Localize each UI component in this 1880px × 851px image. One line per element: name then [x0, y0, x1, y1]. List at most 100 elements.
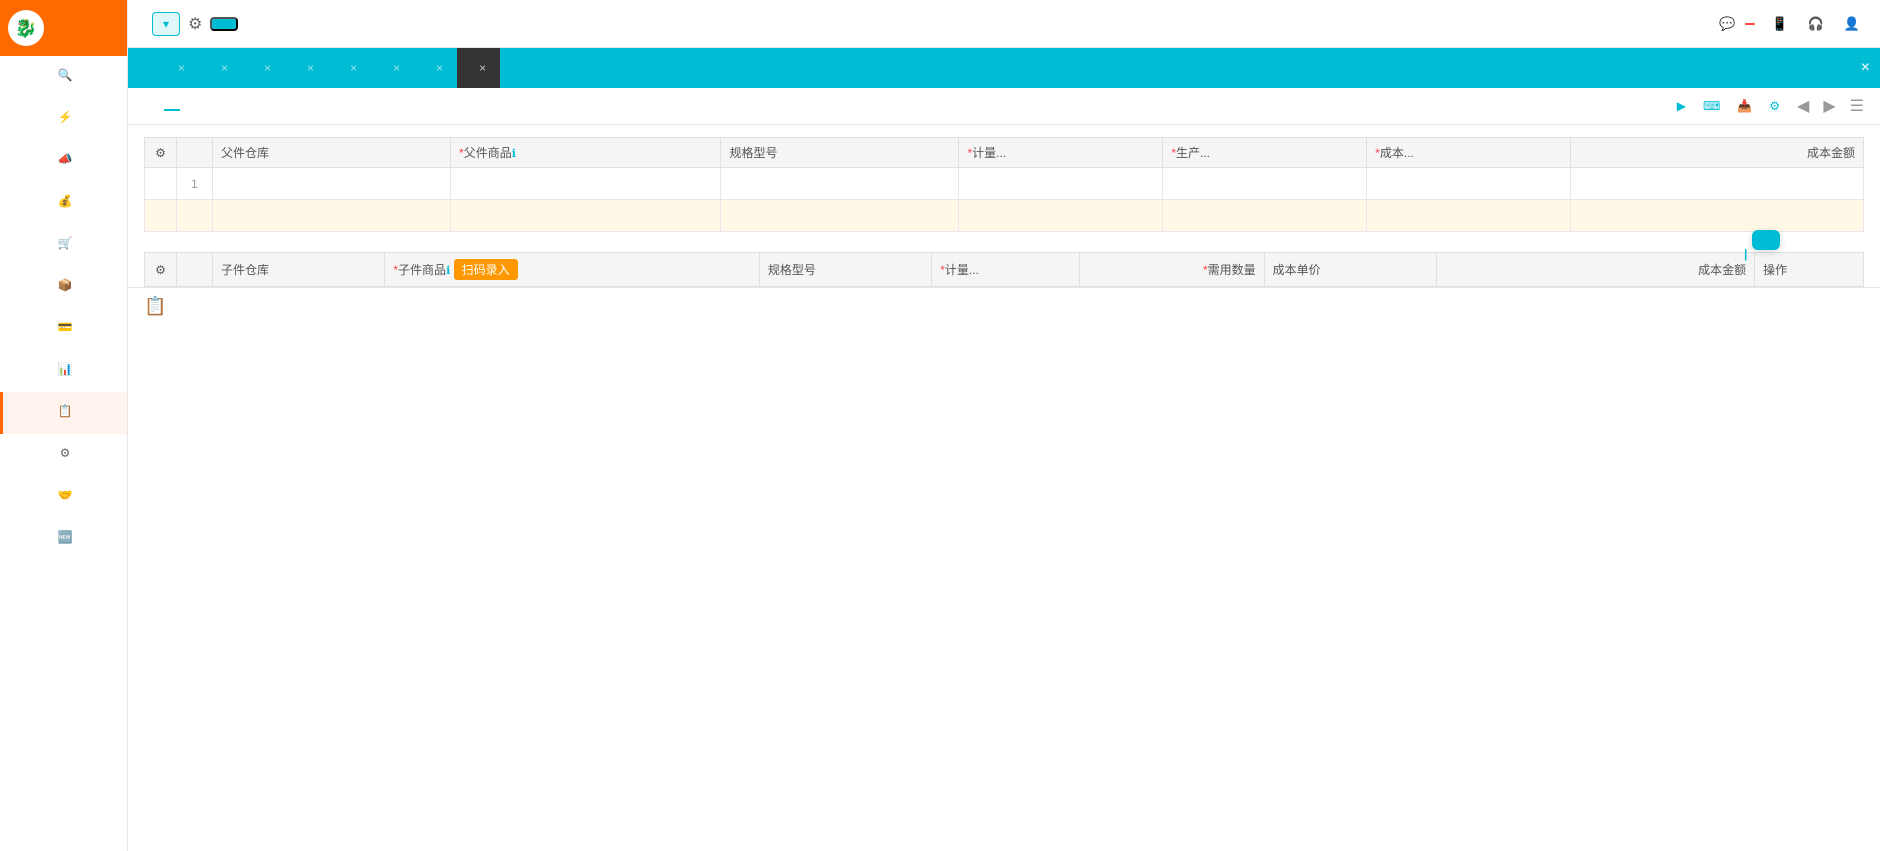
parent-table: ⚙ 父件仓库 *父件商品ℹ 规格型号 *计量... *生产... *成本... … [144, 137, 1864, 232]
parent-subtotal-cost [959, 200, 1163, 232]
app-download-btn[interactable]: 📱 [1771, 16, 1791, 32]
message-badge [1745, 23, 1755, 25]
card-icon: 💳 [58, 320, 73, 334]
message-btn[interactable]: 💬 [1719, 16, 1755, 32]
parent-col-num [177, 138, 213, 168]
parent-subtotal-label [213, 200, 451, 232]
tab-history[interactable]: × [285, 48, 328, 88]
parent-row1-settings [145, 168, 177, 200]
box-icon: 📦 [58, 278, 73, 292]
tab-barcode[interactable]: × [414, 48, 457, 88]
nav-list-btn[interactable]: ☰ [1850, 96, 1864, 116]
main-area: ▾ ⚙ 💬 📱 🎧 👤 [128, 0, 1880, 851]
child-col-num [177, 253, 213, 287]
logo-icon: 🐉 [8, 10, 44, 46]
user-btn[interactable]: 👤 [1844, 16, 1864, 32]
nav-prev-btn[interactable]: ◀ [1797, 96, 1809, 116]
parent-col-unit: *计量... [959, 138, 1163, 168]
parent-row1-num: 1 [177, 168, 213, 200]
sidebar-item-finance[interactable]: 💳 [0, 308, 127, 350]
tab-bom-close[interactable]: × [479, 61, 486, 75]
sidebar-item-purchase[interactable]: 🛒 [0, 224, 127, 266]
parent-row1-produce[interactable] [1163, 168, 1367, 200]
tab-goods[interactable]: × [328, 48, 371, 88]
parent-row1-cost[interactable] [1367, 168, 1571, 200]
parent-subtotal-amount [1571, 200, 1864, 232]
toolbar-extract-cost-btn[interactable]: 📥 [1737, 99, 1755, 113]
parent-row1-amount[interactable] [1571, 168, 1864, 200]
sidebar-item-marketing[interactable]: 📣 [0, 140, 127, 182]
tab-history-close[interactable]: × [307, 61, 314, 75]
parent-row1-unit[interactable] [959, 168, 1163, 200]
headset-icon: 🎧 [1808, 16, 1824, 32]
tab-customer-close[interactable]: × [178, 61, 185, 75]
sidebar-item-quick-nav[interactable]: ⚡ [0, 98, 127, 140]
extract-icon: 📥 [1737, 99, 1752, 113]
parent-col-settings[interactable]: ⚙ [145, 138, 177, 168]
handshake-icon: 🤝 [58, 488, 73, 502]
settings-icon: ⚙ [1769, 99, 1780, 113]
note-icon: 📋 [144, 296, 166, 317]
sidebar-item-guide[interactable]: 🆕 [0, 518, 127, 560]
tab-home[interactable] [128, 48, 156, 88]
parent-row1-warehouse[interactable] [213, 168, 451, 200]
sidebar-item-basic-info[interactable]: 📋 [0, 392, 127, 434]
sub-nav-bom-list[interactable] [144, 102, 160, 110]
user-icon: 👤 [1844, 16, 1860, 32]
parent-row1-goods[interactable] [451, 168, 721, 200]
tab-profit[interactable]: × [242, 48, 285, 88]
sidebar-item-sales[interactable]: 💰 [0, 182, 127, 224]
online-service-btn[interactable]: 🎧 [1808, 16, 1828, 32]
child-col-spec: 规格型号 [759, 253, 931, 287]
trial-btn[interactable] [210, 17, 238, 31]
child-col-qty: *需用数量 [1079, 253, 1264, 287]
parent-subtotal-row [145, 200, 1864, 232]
child-col-goods: *子件商品ℹ 扫码录入 [385, 253, 759, 287]
tab-operation-close[interactable]: × [221, 61, 228, 75]
app-logo[interactable]: 🐉 [0, 0, 127, 56]
parent-col-amount: 成本金额 [1571, 138, 1864, 168]
nav-close-all-btn[interactable]: × [1851, 59, 1880, 77]
sidebar-item-system[interactable]: ⚙ [0, 434, 127, 476]
sub-nav-bom-detail[interactable] [164, 101, 180, 111]
parent-col-spec: 规格型号 [721, 138, 959, 168]
tab-new-goods-close[interactable]: × [393, 61, 400, 75]
toolbar-video-btn[interactable]: ▶ [1677, 99, 1689, 113]
tab-goods-close[interactable]: × [350, 61, 357, 75]
clipboard-icon: 📋 [58, 404, 73, 418]
gear-icon: ⚙ [60, 446, 71, 460]
parent-row1-spec[interactable] [721, 168, 959, 200]
message-icon: 💬 [1719, 16, 1735, 32]
video-icon: ▶ [1677, 99, 1686, 113]
tab-barcode-close[interactable]: × [436, 61, 443, 75]
toolbar-single-settings-btn[interactable]: ⚙ [1769, 99, 1783, 113]
sidebar-item-operation[interactable]: 📊 [0, 350, 127, 392]
table-row: 1 [145, 168, 1864, 200]
keyboard-icon: ⌨ [1703, 99, 1720, 113]
child-col-settings[interactable]: ⚙ [145, 253, 177, 287]
sidebar-item-collab[interactable]: 🤝 [0, 476, 127, 518]
tab-bom[interactable]: × [457, 48, 500, 88]
tab-operation[interactable]: × [199, 48, 242, 88]
parent-col-warehouse: 父件仓库 [213, 138, 451, 168]
nav-next-btn[interactable]: ▶ [1823, 96, 1835, 116]
tab-profit-close[interactable]: × [264, 61, 271, 75]
tab-new-goods[interactable]: × [371, 48, 414, 88]
sidebar: 🐉 🔍 ⚡ 📣 💰 🛒 📦 💳 📊 📋 ⚙ [0, 0, 128, 851]
child-table-wrap: ⚙ 子件仓库 *子件商品ℹ 扫码录入 规格型号 *计量... *需用数量 成本单… [128, 252, 1880, 287]
child-col-unit: *计量... [932, 253, 1080, 287]
scan-input-btn[interactable]: 扫码录入 [454, 259, 518, 280]
parent-col-goods: *父件商品ℹ [451, 138, 721, 168]
sidebar-item-search[interactable]: 🔍 [0, 56, 127, 98]
system-dropdown-btn[interactable]: ▾ [152, 12, 180, 36]
money-icon: 💰 [58, 194, 73, 208]
chart-icon: 📊 [58, 362, 73, 376]
tab-customer[interactable]: × [156, 48, 199, 88]
toolbar-shortcut-btn[interactable]: ⌨ [1703, 99, 1723, 113]
sub-nav: ▶ ⌨ 📥 ⚙ ◀ ▶ ☰ [128, 88, 1880, 125]
new-icon: 🆕 [58, 530, 73, 544]
sidebar-item-inventory[interactable]: 📦 [0, 266, 127, 308]
parent-table-wrap: ⚙ 父件仓库 *父件商品ℹ 规格型号 *计量... *生产... *成本... … [128, 137, 1880, 232]
megaphone-icon: 📣 [58, 152, 73, 166]
settings-gear-icon[interactable]: ⚙ [188, 14, 202, 34]
